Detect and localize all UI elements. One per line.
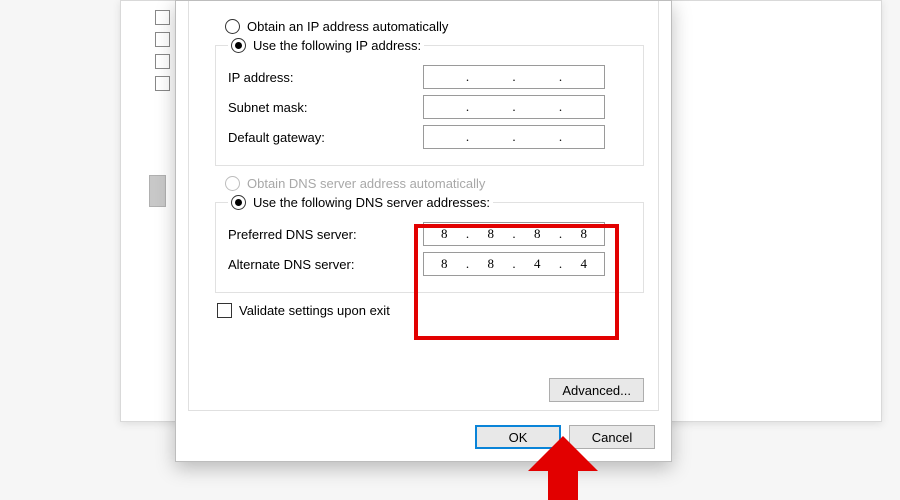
radio-icon bbox=[231, 38, 246, 53]
radio-label: Obtain an IP address automatically bbox=[247, 19, 448, 34]
background-strip bbox=[149, 140, 178, 160]
field-label: Default gateway: bbox=[228, 130, 423, 145]
cancel-button[interactable]: Cancel bbox=[569, 425, 655, 449]
advanced-button[interactable]: Advanced... bbox=[549, 378, 644, 402]
radio-label: Use the following DNS server addresses: bbox=[253, 195, 490, 210]
alternate-dns-input[interactable]: 8. 8. 4. 4 bbox=[423, 252, 605, 276]
dialog-body: Obtain an IP address automatically Use t… bbox=[188, 1, 659, 411]
ok-button[interactable]: OK bbox=[475, 425, 561, 449]
group-use-dns: Use the following DNS server addresses: … bbox=[215, 195, 644, 293]
checkbox-validate-settings[interactable]: Validate settings upon exit bbox=[217, 303, 644, 318]
default-gateway-input[interactable]: . . . bbox=[423, 125, 605, 149]
radio-icon bbox=[231, 195, 246, 210]
field-label: Preferred DNS server: bbox=[228, 227, 423, 242]
field-alternate-dns: Alternate DNS server: 8. 8. 4. 4 bbox=[228, 252, 631, 276]
subnet-mask-input[interactable]: . . . bbox=[423, 95, 605, 119]
field-default-gateway: Default gateway: . . . bbox=[228, 125, 631, 149]
radio-label: Use the following IP address: bbox=[253, 38, 421, 53]
dialog-button-row: OK Cancel bbox=[475, 425, 655, 449]
radio-obtain-dns-auto: Obtain DNS server address automatically bbox=[225, 176, 644, 191]
ip-address-input[interactable]: . . . bbox=[423, 65, 605, 89]
radio-use-following-ip[interactable]: Use the following IP address: bbox=[228, 38, 424, 53]
radio-use-following-dns[interactable]: Use the following DNS server addresses: bbox=[228, 195, 493, 210]
ipv4-properties-dialog: Obtain an IP address automatically Use t… bbox=[175, 0, 672, 462]
background-checkbox-column bbox=[149, 8, 178, 78]
field-label: IP address: bbox=[228, 70, 423, 85]
checkbox-label: Validate settings upon exit bbox=[239, 303, 390, 318]
preferred-dns-input[interactable]: 8. 8. 8. 8 bbox=[423, 222, 605, 246]
field-label: Subnet mask: bbox=[228, 100, 423, 115]
field-label: Alternate DNS server: bbox=[228, 257, 423, 272]
field-preferred-dns: Preferred DNS server: 8. 8. 8. 8 bbox=[228, 222, 631, 246]
radio-label: Obtain DNS server address automatically bbox=[247, 176, 485, 191]
field-subnet-mask: Subnet mask: . . . bbox=[228, 95, 631, 119]
group-use-ip: Use the following IP address: IP address… bbox=[215, 38, 644, 166]
checkbox-icon bbox=[217, 303, 232, 318]
radio-icon bbox=[225, 176, 240, 191]
radio-icon bbox=[225, 19, 240, 34]
radio-obtain-ip-auto[interactable]: Obtain an IP address automatically bbox=[225, 19, 644, 34]
field-ip-address: IP address: . . . bbox=[228, 65, 631, 89]
